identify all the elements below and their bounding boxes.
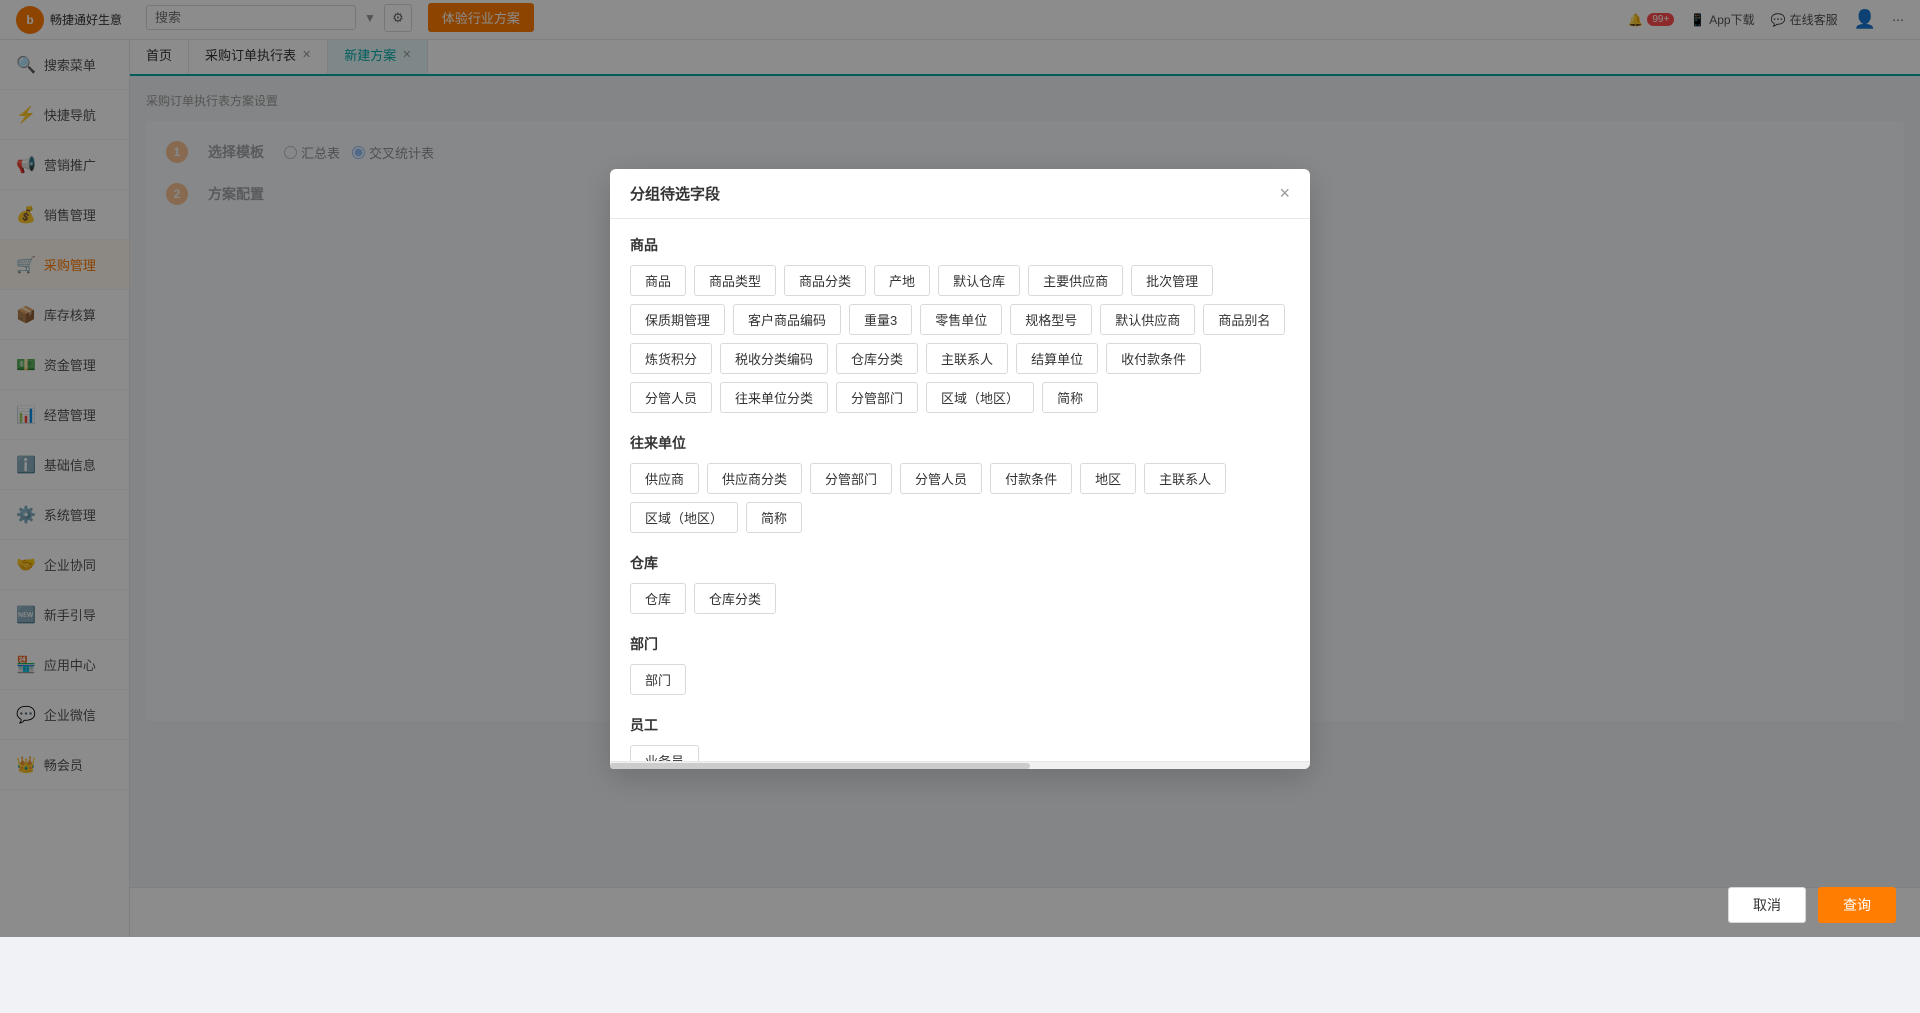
field-tag-product-category[interactable]: 商品分类 [784, 265, 866, 296]
modal-close-button[interactable]: × [1279, 184, 1290, 202]
field-tag-short-name2[interactable]: 简称 [746, 502, 802, 533]
field-tag-main-supplier[interactable]: 主要供应商 [1028, 265, 1123, 296]
field-tag-area[interactable]: 地区 [1080, 463, 1136, 494]
section-warehouse: 仓库 仓库 仓库分类 [630, 553, 1290, 614]
modal-header: 分组待选字段 × [610, 169, 1310, 219]
field-tag-warehouse[interactable]: 仓库 [630, 583, 686, 614]
field-tag-expiry-mgmt[interactable]: 保质期管理 [630, 304, 725, 335]
modal-title: 分组待选字段 [630, 183, 720, 204]
section-partner: 往来单位 供应商 供应商分类 分管部门 分管人员 付款条件 地区 主联系人 区域… [630, 433, 1290, 533]
field-tag-main-contact2[interactable]: 主联系人 [1144, 463, 1226, 494]
scrollbar-thumb [610, 763, 1030, 769]
cancel-button[interactable]: 取消 [1728, 887, 1806, 923]
field-tag-salesperson[interactable]: 业务员 [630, 745, 699, 761]
field-tag-warehouse-category[interactable]: 仓库分类 [836, 343, 918, 374]
field-tag-region2[interactable]: 区域（地区） [630, 502, 738, 533]
field-tag-payment-cond[interactable]: 付款条件 [990, 463, 1072, 494]
modal-overlay: 分组待选字段 × 商品 商品 商品类型 商品分类 产地 默认仓库 主要供应商 批… [0, 0, 1920, 937]
section-department: 部门 部门 [630, 634, 1290, 695]
modal-body: 商品 商品 商品类型 商品分类 产地 默认仓库 主要供应商 批次管理 保质期管理… [610, 219, 1310, 761]
field-tag-spec-model[interactable]: 规格型号 [1010, 304, 1092, 335]
section-partner-title: 往来单位 [630, 433, 1290, 453]
field-tag-weight[interactable]: 重量3 [849, 304, 912, 335]
section-product: 商品 商品 商品类型 商品分类 产地 默认仓库 主要供应商 批次管理 保质期管理… [630, 235, 1290, 413]
field-tag-product-alias[interactable]: 商品别名 [1203, 304, 1285, 335]
field-select-modal: 分组待选字段 × 商品 商品 商品类型 商品分类 产地 默认仓库 主要供应商 批… [610, 169, 1310, 769]
field-tag-supervising-dept[interactable]: 分管部门 [836, 382, 918, 413]
section-product-title: 商品 [630, 235, 1290, 255]
section-employee-title: 员工 [630, 715, 1290, 735]
field-tag-supervising-person[interactable]: 分管人员 [630, 382, 712, 413]
field-tag-payment-terms[interactable]: 收付款条件 [1106, 343, 1201, 374]
field-tag-tax-code[interactable]: 税收分类编码 [720, 343, 828, 374]
field-tag-settlement-unit[interactable]: 结算单位 [1016, 343, 1098, 374]
field-tag-warehouse-cat[interactable]: 仓库分类 [694, 583, 776, 614]
section-warehouse-tags: 仓库 仓库分类 [630, 583, 1290, 614]
field-tag-retail-unit[interactable]: 零售单位 [920, 304, 1002, 335]
section-product-tags: 商品 商品类型 商品分类 产地 默认仓库 主要供应商 批次管理 保质期管理 客户… [630, 265, 1290, 413]
field-tag-product[interactable]: 商品 [630, 265, 686, 296]
field-tag-customer-code[interactable]: 客户商品编码 [733, 304, 841, 335]
field-tag-default-supplier[interactable]: 默认供应商 [1100, 304, 1195, 335]
field-tag-main-contact[interactable]: 主联系人 [926, 343, 1008, 374]
field-tag-batch-mgmt[interactable]: 批次管理 [1131, 265, 1213, 296]
field-tag-partner-category[interactable]: 往来单位分类 [720, 382, 828, 413]
field-tag-partner-person[interactable]: 分管人员 [900, 463, 982, 494]
confirm-button[interactable]: 查询 [1818, 887, 1896, 923]
section-department-tags: 部门 [630, 664, 1290, 695]
field-tag-region[interactable]: 区域（地区） [926, 382, 1034, 413]
section-partner-tags: 供应商 供应商分类 分管部门 分管人员 付款条件 地区 主联系人 区域（地区） … [630, 463, 1290, 533]
field-tag-points[interactable]: 炼货积分 [630, 343, 712, 374]
section-employee: 员工 业务员 [630, 715, 1290, 761]
field-tag-short-name[interactable]: 简称 [1042, 382, 1098, 413]
field-tag-supplier-category[interactable]: 供应商分类 [707, 463, 802, 494]
page-footer-buttons: 取消 查询 [1704, 873, 1920, 937]
section-employee-tags: 业务员 [630, 745, 1290, 761]
field-tag-supplier[interactable]: 供应商 [630, 463, 699, 494]
field-tag-default-warehouse[interactable]: 默认仓库 [938, 265, 1020, 296]
field-tag-origin[interactable]: 产地 [874, 265, 930, 296]
modal-horizontal-scrollbar[interactable] [610, 761, 1310, 769]
field-tag-dept[interactable]: 部门 [630, 664, 686, 695]
section-warehouse-title: 仓库 [630, 553, 1290, 573]
field-tag-partner-dept[interactable]: 分管部门 [810, 463, 892, 494]
field-tag-product-type[interactable]: 商品类型 [694, 265, 776, 296]
section-department-title: 部门 [630, 634, 1290, 654]
